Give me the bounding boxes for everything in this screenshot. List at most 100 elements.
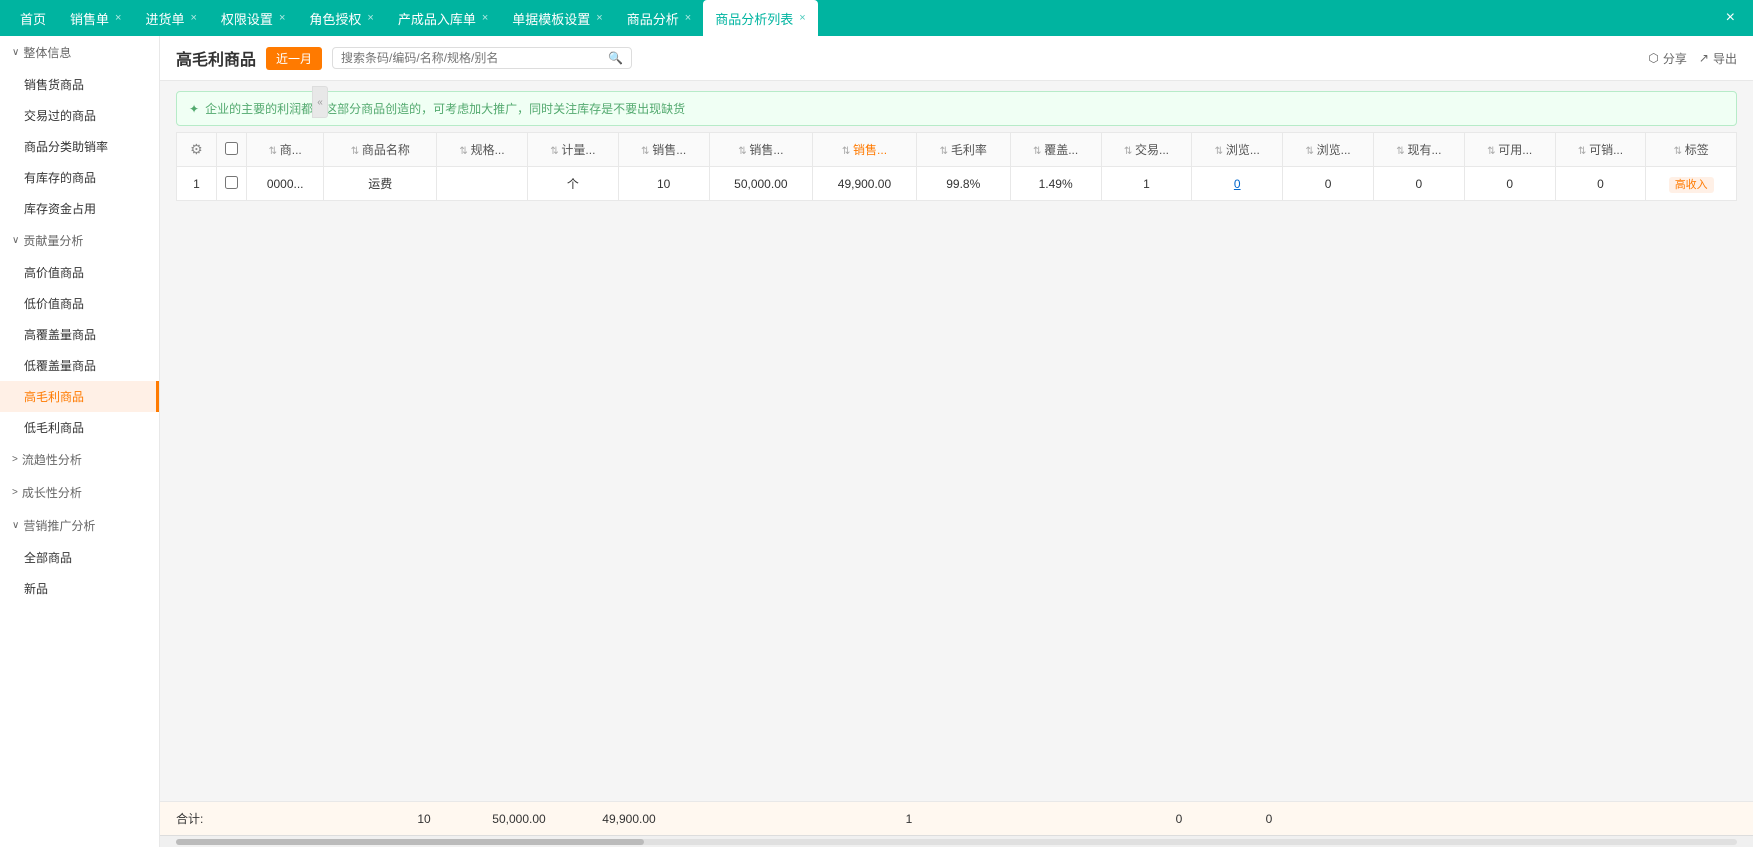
settings-icon[interactable]: ⚙ bbox=[190, 141, 203, 157]
th-sales-qty[interactable]: 销售... bbox=[618, 133, 709, 167]
row-checkbox[interactable] bbox=[216, 167, 246, 201]
sidebar-collapse-button[interactable]: « bbox=[312, 86, 328, 118]
nav-template-settings-close[interactable]: × bbox=[596, 12, 602, 24]
footer-sales-profit: 49,900.00 bbox=[574, 812, 684, 826]
arrow-icon-3: > bbox=[12, 454, 18, 465]
sidebar-item-all-goods[interactable]: 全部商品 bbox=[0, 542, 159, 573]
sidebar-item-low-margin[interactable]: 低毛利商品 bbox=[0, 412, 159, 443]
th-browse1[interactable]: 浏览... bbox=[1192, 133, 1283, 167]
sidebar-item-low-value[interactable]: 低价值商品 bbox=[0, 288, 159, 319]
row-available: 0 bbox=[1464, 167, 1555, 201]
close-all-tabs[interactable]: × bbox=[1716, 9, 1745, 27]
tag-badge: 高收入 bbox=[1669, 177, 1714, 193]
sidebar-item-traded-goods[interactable]: 交易过的商品 bbox=[0, 100, 159, 131]
sidebar-item-sales-goods[interactable]: 销售货商品 bbox=[0, 69, 159, 100]
sidebar-item-low-coverage[interactable]: 低覆盖量商品 bbox=[0, 350, 159, 381]
row-tag: 高收入 bbox=[1646, 167, 1737, 201]
nav-product-analysis-list-close[interactable]: × bbox=[799, 12, 805, 24]
th-sales-amount[interactable]: 销售... bbox=[709, 133, 813, 167]
sidebar-item-category-sales-rate[interactable]: 商品分类助销率 bbox=[0, 131, 159, 162]
th-coverage[interactable]: 覆盖... bbox=[1010, 133, 1101, 167]
th-name[interactable]: 商品名称 bbox=[324, 133, 437, 167]
sidebar: ∨ 整体信息 销售货商品 交易过的商品 商品分类助销率 有库存的商品 库存资金占… bbox=[0, 36, 160, 847]
th-current-stock[interactable]: 现有... bbox=[1373, 133, 1464, 167]
row-gross-margin: 99.8% bbox=[916, 167, 1010, 201]
arrow-icon-4: > bbox=[12, 487, 18, 498]
nav-home[interactable]: 首页 bbox=[8, 0, 58, 36]
th-tag[interactable]: 标签 bbox=[1646, 133, 1737, 167]
nav-permission-settings[interactable]: 权限设置 × bbox=[209, 0, 297, 36]
row-index: 1 bbox=[177, 167, 217, 201]
nav-product-analysis[interactable]: 商品分析 × bbox=[615, 0, 703, 36]
sidebar-group-marketing[interactable]: ∨ 营销推广分析 bbox=[0, 509, 159, 542]
sidebar-group-growth[interactable]: > 成长性分析 bbox=[0, 476, 159, 509]
footer-summary: 合计: 10 50,000.00 49,900.00 1 0 0 bbox=[160, 801, 1753, 835]
nav-sales-order[interactable]: 销售单 × bbox=[58, 0, 133, 36]
arrow-icon: ∨ bbox=[12, 47, 19, 58]
th-sellable[interactable]: 可销... bbox=[1555, 133, 1646, 167]
footer-current-stock: 0 bbox=[1134, 812, 1224, 826]
share-icon: ⬡ bbox=[1648, 51, 1658, 65]
th-sales-profit[interactable]: 销售... bbox=[813, 133, 917, 167]
row-name: 运费 bbox=[324, 167, 437, 201]
th-available[interactable]: 可用... bbox=[1464, 133, 1555, 167]
th-spec[interactable]: 规格... bbox=[437, 133, 528, 167]
footer-sales-qty: 10 bbox=[384, 812, 464, 826]
row-browse1[interactable]: 0 bbox=[1192, 167, 1283, 201]
th-browse2[interactable]: 浏览... bbox=[1283, 133, 1374, 167]
th-settings[interactable]: ⚙ bbox=[177, 133, 217, 167]
sidebar-group-contribution[interactable]: ∨ 贡献量分析 bbox=[0, 224, 159, 257]
row-unit: 个 bbox=[527, 167, 618, 201]
horizontal-scrollbar[interactable] bbox=[160, 835, 1753, 847]
sidebar-item-high-coverage[interactable]: 高覆盖量商品 bbox=[0, 319, 159, 350]
page-title: 高毛利商品 bbox=[176, 46, 256, 70]
sidebar-item-high-margin[interactable]: 高毛利商品 bbox=[0, 381, 159, 412]
nav-purchase-order-close[interactable]: × bbox=[190, 12, 196, 24]
product-table: ⚙ 商... 商品名称 规格... 计量... 销售... 销售... 销售..… bbox=[176, 132, 1737, 201]
th-code[interactable]: 商... bbox=[246, 133, 324, 167]
search-box: 🔍 bbox=[332, 47, 632, 69]
nav-permission-settings-close[interactable]: × bbox=[279, 12, 285, 24]
scrollbar-thumb[interactable] bbox=[176, 839, 644, 845]
th-transaction[interactable]: 交易... bbox=[1101, 133, 1192, 167]
row-select-checkbox[interactable] bbox=[225, 176, 238, 189]
footer-label: 合计: bbox=[176, 810, 216, 827]
arrow-icon-2: ∨ bbox=[12, 235, 19, 246]
th-unit[interactable]: 计量... bbox=[527, 133, 618, 167]
export-button[interactable]: ↗ 导出 bbox=[1699, 50, 1737, 67]
row-code: 0000... bbox=[246, 167, 324, 201]
nav-role-auth-close[interactable]: × bbox=[367, 12, 373, 24]
info-icon: ✦ bbox=[189, 102, 199, 116]
time-filter-button[interactable]: 近一月 bbox=[266, 47, 322, 70]
top-navigation: 首页 销售单 × 进货单 × 权限设置 × 角色授权 × 产成品入库单 × 单据… bbox=[0, 0, 1753, 36]
row-sales-qty: 10 bbox=[618, 167, 709, 201]
nav-product-inbound-close[interactable]: × bbox=[482, 12, 488, 24]
footer-available: 0 bbox=[1224, 812, 1314, 826]
sidebar-item-new-goods[interactable]: 新品 bbox=[0, 573, 159, 604]
nav-role-auth[interactable]: 角色授权 × bbox=[297, 0, 385, 36]
table-row: 1 0000... 运费 个 10 50,000.00 49,900.00 99… bbox=[177, 167, 1737, 201]
th-gross-margin[interactable]: 毛利率 bbox=[916, 133, 1010, 167]
content-header: 高毛利商品 近一月 🔍 ⬡ 分享 ↗ 导出 bbox=[160, 36, 1753, 81]
row-sellable: 0 bbox=[1555, 167, 1646, 201]
sidebar-item-stock-capital[interactable]: 库存资金占用 bbox=[0, 193, 159, 224]
nav-product-analysis-close[interactable]: × bbox=[685, 12, 691, 24]
sidebar-group-overall[interactable]: ∨ 整体信息 bbox=[0, 36, 159, 69]
nav-product-analysis-list[interactable]: 商品分析列表 × bbox=[703, 0, 817, 36]
nav-template-settings[interactable]: 单据模板设置 × bbox=[500, 0, 614, 36]
search-input[interactable] bbox=[341, 51, 604, 65]
nav-product-inbound[interactable]: 产成品入库单 × bbox=[386, 0, 500, 36]
search-icon[interactable]: 🔍 bbox=[608, 51, 623, 65]
nav-purchase-order[interactable]: 进货单 × bbox=[133, 0, 208, 36]
row-spec bbox=[437, 167, 528, 201]
sidebar-group-trend[interactable]: > 流趋性分析 bbox=[0, 443, 159, 476]
sidebar-item-high-value[interactable]: 高价值商品 bbox=[0, 257, 159, 288]
main-layout: ∨ 整体信息 销售货商品 交易过的商品 商品分类助销率 有库存的商品 库存资金占… bbox=[0, 36, 1753, 847]
share-button[interactable]: ⬡ 分享 bbox=[1648, 50, 1687, 67]
nav-sales-order-close[interactable]: × bbox=[115, 12, 121, 24]
content-area: « 高毛利商品 近一月 🔍 ⬡ 分享 ↗ 导出 ✦ bbox=[160, 36, 1753, 847]
sidebar-item-in-stock-goods[interactable]: 有库存的商品 bbox=[0, 162, 159, 193]
row-sales-profit: 49,900.00 bbox=[813, 167, 917, 201]
select-all-checkbox[interactable] bbox=[225, 142, 238, 155]
row-sales-amount: 50,000.00 bbox=[709, 167, 813, 201]
